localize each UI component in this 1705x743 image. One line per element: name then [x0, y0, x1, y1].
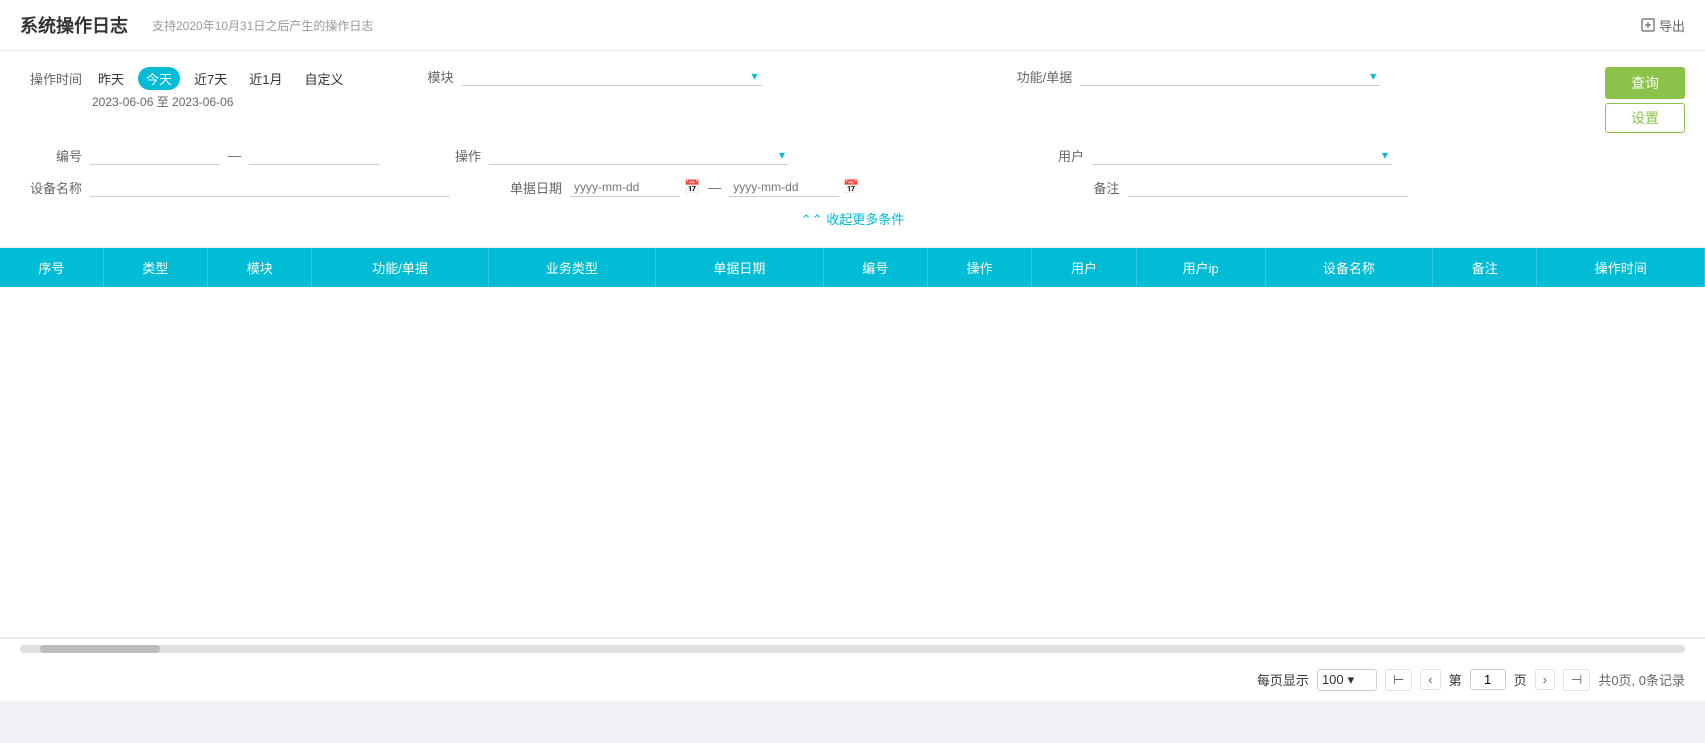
table-header-row: 序号类型模块功能/单据业务类型单据日期编号操作用户用户ip设备名称备注操作时间: [0, 248, 1705, 287]
time-range-display: 2023-06-06 至 2023-06-06: [90, 93, 352, 110]
function-select[interactable]: ▾: [1080, 67, 1380, 86]
date-input-group: 📅 — 📅: [570, 178, 859, 197]
query-button[interactable]: 查询: [1605, 67, 1685, 99]
scrollbar-thumb[interactable]: [40, 645, 160, 653]
calendar-end-icon[interactable]: 📅: [843, 179, 859, 195]
page-subtitle: 支持2020年10月31日之后产生的操作日志: [152, 17, 373, 34]
page-header: 系统操作日志 支持2020年10月31日之后产生的操作日志 导出: [0, 0, 1705, 51]
table-col-编号: 编号: [823, 248, 927, 287]
device-label: 设备名称: [20, 178, 90, 197]
collapse-bar[interactable]: ⌃⌃ 收起更多条件: [20, 203, 1685, 238]
table-col-功能/单据: 功能/单据: [312, 248, 488, 287]
table-col-序号: 序号: [0, 248, 103, 287]
time-btn-7days[interactable]: 近7天: [186, 67, 235, 90]
calendar-start-icon[interactable]: 📅: [684, 179, 700, 195]
table-col-操作: 操作: [927, 248, 1031, 287]
operation-chevron-icon: ▾: [779, 148, 785, 162]
user-label: 用户: [1022, 146, 1092, 165]
export-button[interactable]: 导出: [1641, 16, 1685, 35]
table-col-模块: 模块: [208, 248, 312, 287]
date-label: 单据日期: [490, 178, 570, 197]
module-select[interactable]: ▾: [462, 67, 762, 86]
user-chevron-icon: ▾: [1382, 148, 1388, 162]
code-label: 编号: [20, 146, 90, 165]
page-size-chevron-icon: ▾: [1348, 672, 1355, 688]
page-size-value: 100: [1322, 672, 1344, 687]
export-icon: [1641, 18, 1655, 32]
collapse-icon: ⌃⌃: [801, 212, 823, 227]
code-input-start[interactable]: [90, 145, 220, 165]
device-input[interactable]: [90, 177, 450, 197]
table-col-类型: 类型: [103, 248, 207, 287]
table-body: [0, 287, 1705, 637]
table-col-操作时间: 操作时间: [1537, 248, 1705, 287]
operation-select[interactable]: ▾: [489, 146, 789, 165]
function-label: 功能/单据: [1000, 67, 1080, 86]
scrollbar-area: [0, 638, 1705, 659]
collapse-label: 收起更多条件: [826, 212, 904, 227]
next-page-button[interactable]: ›: [1535, 669, 1555, 690]
data-table: 序号类型模块功能/单据业务类型单据日期编号操作用户用户ip设备名称备注操作时间: [0, 248, 1705, 638]
table-col-设备名称: 设备名称: [1265, 248, 1432, 287]
remark-input[interactable]: [1128, 177, 1408, 197]
table-col-用户ip: 用户ip: [1136, 248, 1265, 287]
module-label: 模块: [392, 67, 462, 86]
empty-row: [0, 287, 1705, 637]
first-page-button[interactable]: ⊢: [1385, 669, 1412, 691]
horizontal-scrollbar[interactable]: [20, 645, 1685, 653]
time-btn-custom[interactable]: 自定义: [297, 67, 352, 90]
user-select[interactable]: ▾: [1092, 146, 1392, 165]
total-summary: 共0页, 0条记录: [1598, 670, 1685, 689]
action-buttons: 查询 设置: [1605, 67, 1685, 133]
module-chevron-icon: ▾: [751, 69, 757, 83]
operation-label: 操作: [419, 146, 489, 165]
table-col-用户: 用户: [1032, 248, 1136, 287]
page-title: 系统操作日志: [20, 12, 128, 38]
page-label: 第: [1449, 670, 1462, 689]
time-btn-1month[interactable]: 近1月: [241, 67, 290, 90]
remark-label: 备注: [1058, 178, 1128, 197]
page-size-select[interactable]: 100 ▾: [1317, 669, 1377, 691]
prev-page-button[interactable]: ‹: [1420, 669, 1440, 690]
pagination-bar: 每页显示 100 ▾ ⊢ ‹ 第 页 › ⊣ 共0页, 0条记录: [0, 659, 1705, 701]
table-col-备注: 备注: [1433, 248, 1537, 287]
settings-button[interactable]: 设置: [1605, 103, 1685, 133]
time-btn-yesterday[interactable]: 昨天: [90, 67, 132, 90]
filter-panel: 操作时间 昨天 今天 近7天 近1月 自定义 2023-06-06 至 2023…: [0, 51, 1705, 246]
function-chevron-icon: ▾: [1370, 69, 1376, 83]
table-col-单据日期: 单据日期: [656, 248, 823, 287]
time-filter-group: 昨天 今天 近7天 近1月 自定义 2023-06-06 至 2023-06-0…: [90, 67, 352, 110]
page-size-label: 每页显示: [1257, 670, 1309, 689]
table-col-业务类型: 业务类型: [488, 248, 655, 287]
date-start-input[interactable]: [570, 178, 680, 197]
date-end-input[interactable]: [729, 178, 839, 197]
empty-cell: [0, 287, 1705, 637]
last-page-button[interactable]: ⊣: [1563, 669, 1590, 691]
table-section: 序号类型模块功能/单据业务类型单据日期编号操作用户用户ip设备名称备注操作时间: [0, 248, 1705, 638]
code-input-end[interactable]: [249, 145, 379, 165]
page-number-input[interactable]: [1470, 669, 1506, 690]
time-btn-today[interactable]: 今天: [138, 67, 180, 90]
table-header: 序号类型模块功能/单据业务类型单据日期编号操作用户用户ip设备名称备注操作时间: [0, 248, 1705, 287]
page-unit: 页: [1514, 670, 1527, 689]
time-label: 操作时间: [20, 67, 90, 88]
